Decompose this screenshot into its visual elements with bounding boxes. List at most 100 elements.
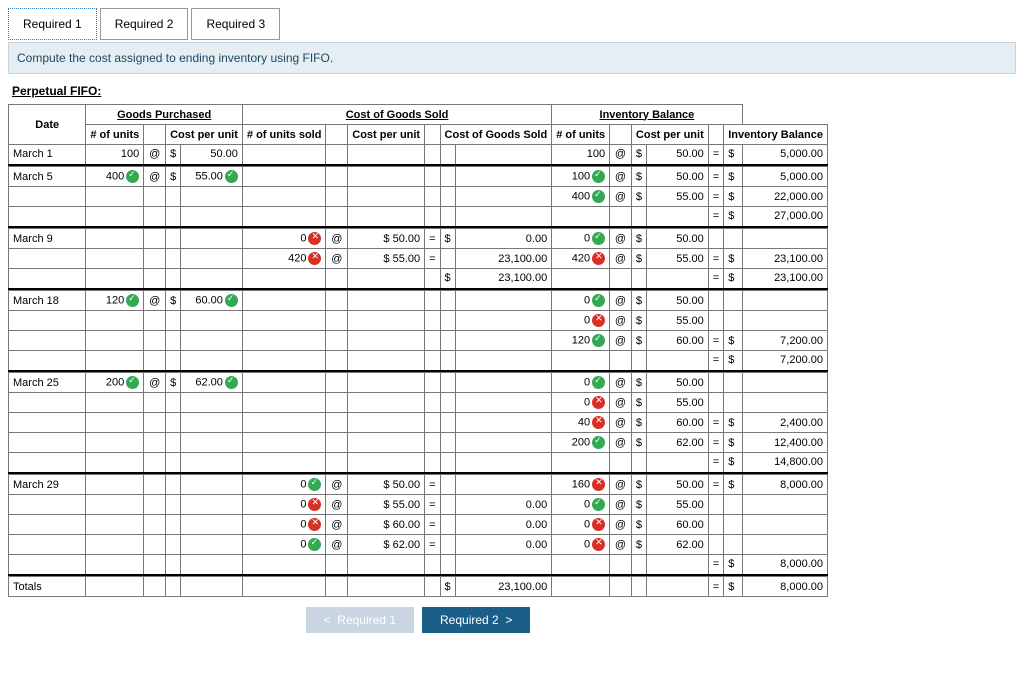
cell-cs-units[interactable]: 0 — [242, 495, 326, 515]
cell-ib-units[interactable] — [552, 555, 610, 575]
cell-gp-units[interactable] — [86, 577, 144, 597]
cell-gp-units[interactable] — [86, 535, 144, 555]
cell-at: @ — [610, 535, 632, 555]
cell-gp-units[interactable] — [86, 433, 144, 453]
cell-at: @ — [326, 475, 348, 495]
cell-ib-total — [742, 311, 827, 331]
cell-gp-cost[interactable] — [181, 535, 243, 555]
cell-at: @ — [610, 145, 632, 165]
cell-gp-cost[interactable] — [181, 351, 243, 371]
cell-ib-units[interactable]: 0 — [552, 311, 610, 331]
cell-cs-units[interactable] — [242, 413, 326, 433]
check-icon — [592, 334, 605, 347]
cell-gp-cost[interactable] — [181, 453, 243, 473]
cell-ib-units[interactable]: 0 — [552, 535, 610, 555]
next-button[interactable]: Required 2 > — [422, 607, 530, 633]
cell-cs-units[interactable] — [242, 207, 326, 227]
cell-gp-units[interactable] — [86, 555, 144, 575]
cell-gp-cost[interactable]: 60.00 — [181, 291, 243, 311]
cell-ib-units[interactable]: 0 — [552, 373, 610, 393]
cell-cs-units[interactable] — [242, 187, 326, 207]
cell-gp-cost[interactable] — [181, 311, 243, 331]
cell-gp-cost[interactable] — [181, 577, 243, 597]
cell-gp-units[interactable] — [86, 311, 144, 331]
cell-ib-units[interactable] — [552, 577, 610, 597]
tab-required-2[interactable]: Required 2 — [100, 8, 189, 40]
cell-cs-units[interactable] — [242, 167, 326, 187]
cell-gp-cost[interactable] — [181, 207, 243, 227]
cell-cs-units[interactable] — [242, 145, 326, 165]
cell-cs-units[interactable] — [242, 577, 326, 597]
cell-ib-units[interactable]: 0 — [552, 291, 610, 311]
cell-gp-units[interactable]: 200 — [86, 373, 144, 393]
cell-ib-units[interactable]: 0 — [552, 393, 610, 413]
prev-button[interactable]: < Required 1 — [306, 607, 414, 633]
cell-ib-units[interactable] — [552, 351, 610, 371]
cell-gp-cost[interactable] — [181, 331, 243, 351]
cell-gp-units[interactable] — [86, 495, 144, 515]
cell-gp-units[interactable] — [86, 187, 144, 207]
cell-gp-units[interactable]: 120 — [86, 291, 144, 311]
cell-gp-cost[interactable] — [181, 515, 243, 535]
cell-gp-units[interactable] — [86, 351, 144, 371]
cell-gp-cost[interactable]: 62.00 — [181, 373, 243, 393]
cell-gp-cost[interactable]: 50.00 — [181, 145, 243, 165]
cell-gp-units[interactable] — [86, 413, 144, 433]
cell-gp-units[interactable] — [86, 331, 144, 351]
cell-cs-cost — [348, 373, 425, 393]
cell-ib-units[interactable] — [552, 453, 610, 473]
tab-required-1[interactable]: Required 1 — [8, 8, 97, 40]
cell-cs-units[interactable] — [242, 351, 326, 371]
cell-cs-units[interactable] — [242, 453, 326, 473]
cell-gp-units[interactable] — [86, 229, 144, 249]
tab-required-3[interactable]: Required 3 — [191, 8, 280, 40]
cell-gp-cost[interactable] — [181, 393, 243, 413]
cell-gp-cost[interactable]: 55.00 — [181, 167, 243, 187]
cell-gp-cost[interactable] — [181, 555, 243, 575]
cell-gp-units[interactable] — [86, 453, 144, 473]
cell-gp-cost[interactable] — [181, 495, 243, 515]
cell-ib-units[interactable] — [552, 269, 610, 289]
cell-cs-units[interactable] — [242, 393, 326, 413]
cell-cs-units[interactable]: 420 — [242, 249, 326, 269]
cell-ib-units[interactable]: 120 — [552, 331, 610, 351]
cell-gp-cost[interactable] — [181, 187, 243, 207]
cell-gp-units[interactable]: 100 — [86, 145, 144, 165]
cell-ib-units[interactable]: 0 — [552, 515, 610, 535]
cell-ib-units[interactable]: 100 — [552, 167, 610, 187]
cell-cs-units[interactable] — [242, 331, 326, 351]
cell-gp-cost[interactable] — [181, 269, 243, 289]
cell-cs-units[interactable]: 0 — [242, 535, 326, 555]
cell-ib-units[interactable] — [552, 207, 610, 227]
cell-gp-cost[interactable] — [181, 413, 243, 433]
cell-gp-units[interactable] — [86, 269, 144, 289]
cell-ib-units[interactable]: 420 — [552, 249, 610, 269]
cell-ib-units[interactable]: 40 — [552, 413, 610, 433]
cell-gp-cost[interactable] — [181, 433, 243, 453]
cell-gp-units[interactable] — [86, 475, 144, 495]
cell-gp-units[interactable] — [86, 393, 144, 413]
cell-cs-units[interactable] — [242, 269, 326, 289]
cell-ib-units[interactable]: 0 — [552, 229, 610, 249]
cell-gp-units[interactable] — [86, 515, 144, 535]
cell-eq — [708, 373, 723, 393]
cell-ib-units[interactable]: 0 — [552, 495, 610, 515]
cell-cs-units[interactable]: 0 — [242, 475, 326, 495]
cell-cs-units[interactable]: 0 — [242, 515, 326, 535]
cell-gp-cost[interactable] — [181, 249, 243, 269]
cell-ib-units[interactable]: 200 — [552, 433, 610, 453]
cell-cs-units[interactable] — [242, 433, 326, 453]
cell-cs-units[interactable] — [242, 291, 326, 311]
cell-cs-units[interactable] — [242, 555, 326, 575]
cell-gp-units[interactable] — [86, 207, 144, 227]
cell-gp-units[interactable] — [86, 249, 144, 269]
cell-cs-units[interactable] — [242, 311, 326, 331]
cell-cs-units[interactable] — [242, 373, 326, 393]
cell-cs-units[interactable]: 0 — [242, 229, 326, 249]
cell-gp-cost[interactable] — [181, 475, 243, 495]
cell-gp-cost[interactable] — [181, 229, 243, 249]
cell-ib-units[interactable]: 100 — [552, 145, 610, 165]
cell-ib-units[interactable]: 400 — [552, 187, 610, 207]
cell-ib-units[interactable]: 160 — [552, 475, 610, 495]
cell-gp-units[interactable]: 400 — [86, 167, 144, 187]
